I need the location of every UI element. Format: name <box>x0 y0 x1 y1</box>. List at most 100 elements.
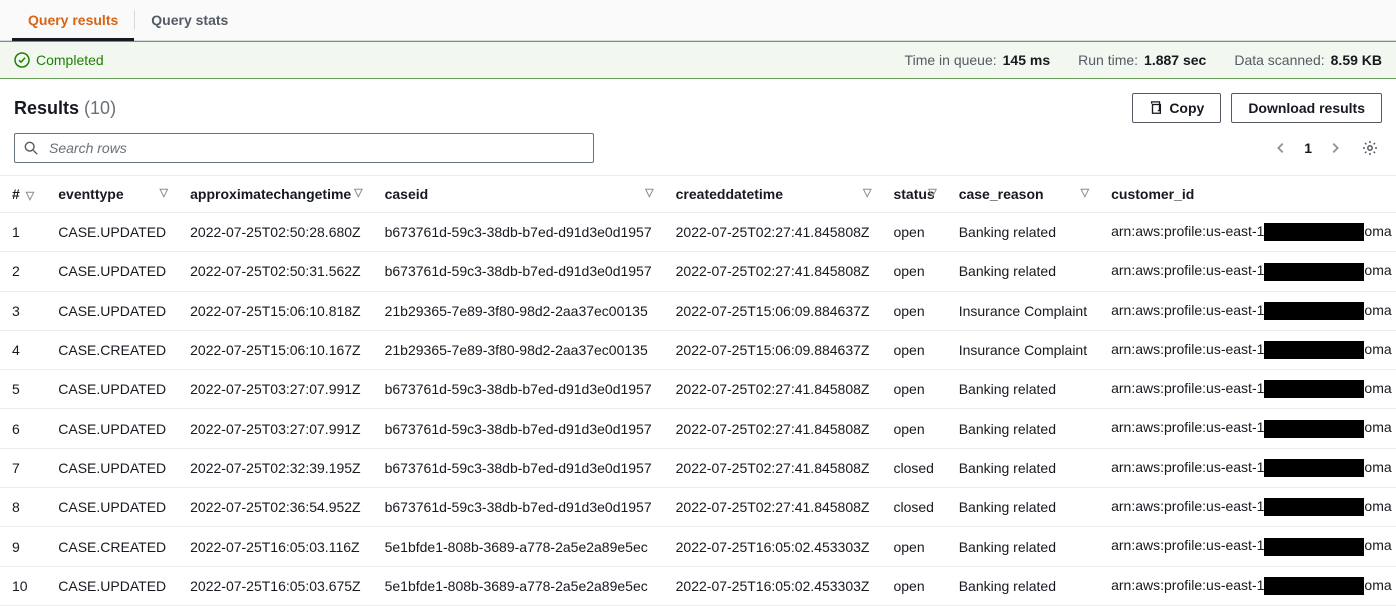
status-metrics: Time in queue:145 ms Run time:1.887 sec … <box>905 52 1382 68</box>
cell-eventtype: CASE.UPDATED <box>46 213 178 252</box>
tabs: Query results Query stats <box>0 0 1396 41</box>
results-header: Results (10) Copy Download results <box>0 79 1396 133</box>
pagination: 1 <box>1270 136 1382 160</box>
cell-index: 5 <box>0 370 46 409</box>
cell-approximatechangetime: 2022-07-25T02:50:28.680Z <box>178 213 372 252</box>
check-circle-icon <box>14 52 30 68</box>
cell-status: open <box>881 291 946 330</box>
cell-approximatechangetime: 2022-07-25T15:06:10.167Z <box>178 330 372 369</box>
cell-eventtype: CASE.CREATED <box>46 527 178 566</box>
cell-approximatechangetime: 2022-07-25T02:36:54.952Z <box>178 488 372 527</box>
copy-icon <box>1149 101 1163 115</box>
cell-caseid: 5e1bfde1-808b-3689-a778-2a5e2a89e5ec <box>373 566 664 605</box>
gear-icon <box>1362 140 1378 156</box>
cell-eventtype: CASE.UPDATED <box>46 252 178 291</box>
results-table: #▽ eventtype▽ approximatechangetime▽ cas… <box>0 175 1396 606</box>
cell-case-reason: Banking related <box>947 448 1099 487</box>
cell-case-reason: Insurance Complaint <box>947 291 1099 330</box>
cell-eventtype: CASE.UPDATED <box>46 488 178 527</box>
cell-case-reason: Banking related <box>947 527 1099 566</box>
redacted-block <box>1264 380 1364 398</box>
cell-approximatechangetime: 2022-07-25T02:50:31.562Z <box>178 252 372 291</box>
cell-customer-id: arn:aws:profile:us-east-1oma <box>1099 527 1396 566</box>
table-row: 9CASE.CREATED2022-07-25T16:05:03.116Z5e1… <box>0 527 1396 566</box>
col-header-approximatechangetime[interactable]: approximatechangetime▽ <box>178 176 372 213</box>
search-wrap <box>14 133 594 163</box>
page-number: 1 <box>1304 140 1312 156</box>
cell-caseid: b673761d-59c3-38db-b7ed-d91d3e0d1957 <box>373 448 664 487</box>
col-header-index[interactable]: #▽ <box>0 176 46 213</box>
table-row: 7CASE.UPDATED2022-07-25T02:32:39.195Zb67… <box>0 448 1396 487</box>
copy-button[interactable]: Copy <box>1132 93 1221 123</box>
cell-case-reason: Insurance Complaint <box>947 330 1099 369</box>
cell-case-reason: Banking related <box>947 213 1099 252</box>
sort-icon: ▽ <box>26 189 34 202</box>
cell-caseid: b673761d-59c3-38db-b7ed-d91d3e0d1957 <box>373 409 664 448</box>
data-scanned: Data scanned:8.59 KB <box>1234 52 1382 68</box>
cell-createddatetime: 2022-07-25T16:05:02.453303Z <box>664 527 882 566</box>
cell-approximatechangetime: 2022-07-25T02:32:39.195Z <box>178 448 372 487</box>
cell-caseid: b673761d-59c3-38db-b7ed-d91d3e0d1957 <box>373 370 664 409</box>
redacted-block <box>1264 341 1364 359</box>
cell-status: open <box>881 566 946 605</box>
cell-caseid: 21b29365-7e89-3f80-98d2-2aa37ec00135 <box>373 291 664 330</box>
cell-createddatetime: 2022-07-25T15:06:09.884637Z <box>664 330 882 369</box>
col-header-status[interactable]: status▽ <box>881 176 946 213</box>
chevron-right-icon <box>1328 141 1342 155</box>
cell-eventtype: CASE.UPDATED <box>46 409 178 448</box>
results-count: (10) <box>84 98 116 118</box>
cell-eventtype: CASE.UPDATED <box>46 370 178 409</box>
cell-customer-id: arn:aws:profile:us-east-1oma <box>1099 409 1396 448</box>
table-row: 3CASE.UPDATED2022-07-25T15:06:10.818Z21b… <box>0 291 1396 330</box>
cell-eventtype: CASE.CREATED <box>46 330 178 369</box>
toolbar-row: 1 <box>0 133 1396 175</box>
status-bar: Completed Time in queue:145 ms Run time:… <box>0 41 1396 79</box>
results-actions: Copy Download results <box>1132 93 1382 123</box>
page-next-button[interactable] <box>1324 137 1346 159</box>
cell-eventtype: CASE.UPDATED <box>46 448 178 487</box>
cell-index: 2 <box>0 252 46 291</box>
settings-button[interactable] <box>1358 136 1382 160</box>
cell-case-reason: Banking related <box>947 409 1099 448</box>
col-header-createddatetime[interactable]: createddatetime▽ <box>664 176 882 213</box>
download-results-button[interactable]: Download results <box>1231 93 1382 123</box>
cell-index: 6 <box>0 409 46 448</box>
cell-index: 4 <box>0 330 46 369</box>
tab-query-stats[interactable]: Query stats <box>135 0 244 40</box>
cell-customer-id: arn:aws:profile:us-east-1oma <box>1099 488 1396 527</box>
cell-index: 10 <box>0 566 46 605</box>
cell-customer-id: arn:aws:profile:us-east-1oma <box>1099 566 1396 605</box>
col-header-caseid[interactable]: caseid▽ <box>373 176 664 213</box>
time-in-queue: Time in queue:145 ms <box>905 52 1051 68</box>
table-row: 5CASE.UPDATED2022-07-25T03:27:07.991Zb67… <box>0 370 1396 409</box>
cell-customer-id: arn:aws:profile:us-east-1oma <box>1099 370 1396 409</box>
cell-index: 8 <box>0 488 46 527</box>
cell-case-reason: Banking related <box>947 566 1099 605</box>
cell-caseid: 21b29365-7e89-3f80-98d2-2aa37ec00135 <box>373 330 664 369</box>
redacted-block <box>1264 577 1364 595</box>
redacted-block <box>1264 420 1364 438</box>
redacted-block <box>1264 223 1364 241</box>
cell-approximatechangetime: 2022-07-25T16:05:03.116Z <box>178 527 372 566</box>
cell-index: 3 <box>0 291 46 330</box>
status-completed: Completed <box>14 52 104 68</box>
cell-index: 9 <box>0 527 46 566</box>
page-prev-button[interactable] <box>1270 137 1292 159</box>
cell-index: 1 <box>0 213 46 252</box>
col-header-case-reason[interactable]: case_reason▽ <box>947 176 1099 213</box>
table-row: 2CASE.UPDATED2022-07-25T02:50:31.562Zb67… <box>0 252 1396 291</box>
status-label: Completed <box>36 52 104 68</box>
cell-approximatechangetime: 2022-07-25T16:05:03.675Z <box>178 566 372 605</box>
col-header-customer-id[interactable]: customer_id <box>1099 176 1396 213</box>
redacted-block <box>1264 498 1364 516</box>
tab-query-results[interactable]: Query results <box>12 0 134 40</box>
col-header-eventtype[interactable]: eventtype▽ <box>46 176 178 213</box>
cell-createddatetime: 2022-07-25T02:27:41.845808Z <box>664 488 882 527</box>
chevron-left-icon <box>1274 141 1288 155</box>
cell-case-reason: Banking related <box>947 252 1099 291</box>
cell-customer-id: arn:aws:profile:us-east-1oma <box>1099 252 1396 291</box>
cell-case-reason: Banking related <box>947 488 1099 527</box>
cell-caseid: 5e1bfde1-808b-3689-a778-2a5e2a89e5ec <box>373 527 664 566</box>
cell-index: 7 <box>0 448 46 487</box>
search-input[interactable] <box>14 133 594 163</box>
